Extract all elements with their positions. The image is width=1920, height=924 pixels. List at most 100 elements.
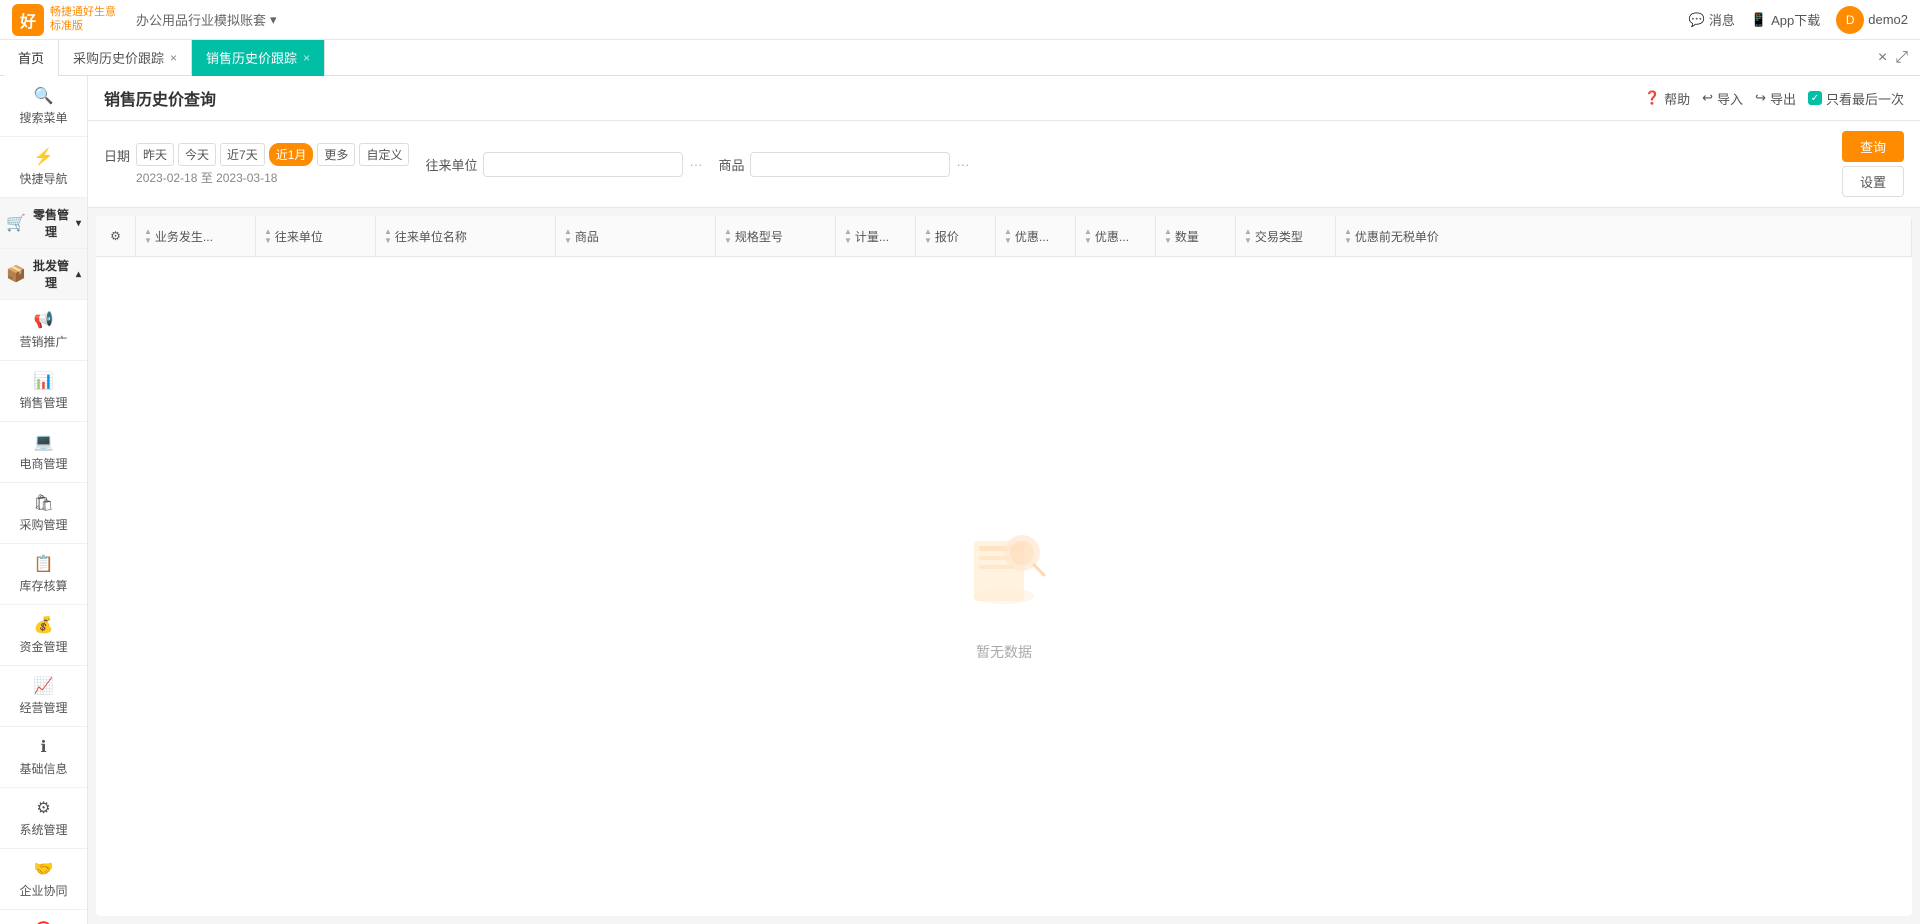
date-btn-more[interactable]: 更多	[317, 143, 355, 166]
col-taxfree[interactable]: ▲ ▼ 优惠前无税单价	[1336, 216, 1912, 256]
date-buttons: 昨天 今天 近7天 近1月 更多 自定义	[136, 143, 409, 166]
avatar: D	[1836, 6, 1864, 34]
sidebar-item-shortcut[interactable]: ⚡ 快捷导航	[0, 137, 87, 198]
logo-text: 畅捷通好生意 标准版	[50, 6, 116, 32]
tab-purchase-history-close[interactable]: ×	[170, 51, 177, 65]
date-btn-7days[interactable]: 近7天	[220, 143, 265, 166]
tab-home[interactable]: 首页	[4, 40, 59, 76]
topbar-right: 💬 消息 📱 App下载 D demo2	[1689, 6, 1908, 34]
empty-text: 暂无数据	[976, 642, 1032, 662]
sort-up-icon: ▲	[924, 228, 932, 236]
sort-up-icon: ▲	[724, 228, 732, 236]
col-unit-label: 计量...	[855, 228, 889, 245]
col-discount2-label: 优惠...	[1095, 228, 1129, 245]
finance-icon: 💰	[34, 615, 54, 635]
goods-dots[interactable]: ···	[956, 157, 969, 172]
col-qty[interactable]: ▲ ▼ 数量	[1156, 216, 1236, 256]
col-price[interactable]: ▲ ▼ 报价	[916, 216, 996, 256]
col-from[interactable]: ▲ ▼ 往来单位	[256, 216, 376, 256]
col-sort-unit: ▲ ▼	[844, 228, 852, 245]
col-fromname[interactable]: ▲ ▼ 往来单位名称	[376, 216, 556, 256]
date-btn-1month[interactable]: 近1月	[269, 143, 314, 166]
from-unit-dots[interactable]: ···	[689, 157, 702, 172]
sort-up-icon: ▲	[1344, 228, 1352, 236]
col-sort-type: ▲ ▼	[1244, 228, 1252, 245]
chevron-up-icon: ▴	[76, 269, 81, 280]
sidebar-item-inventory[interactable]: 📋 库存核算	[0, 544, 87, 605]
tab-sales-history-close[interactable]: ×	[303, 51, 310, 65]
col-settings[interactable]: ⚙	[96, 216, 136, 256]
page-title: 销售历史价查询	[104, 86, 216, 110]
tab-purchase-history[interactable]: 采购历史价跟踪 ×	[59, 40, 192, 76]
date-btn-today[interactable]: 今天	[178, 143, 216, 166]
sidebar-item-label: 库存核算	[19, 577, 67, 594]
sort-down-icon: ▼	[1344, 237, 1352, 245]
date-options: 昨天 今天 近7天 近1月 更多 自定义 2023-02-18 至 2023-0…	[136, 143, 409, 186]
col-spec[interactable]: ▲ ▼ 规格型号	[716, 216, 836, 256]
date-btn-custom[interactable]: 自定义	[359, 143, 409, 166]
col-goods[interactable]: ▲ ▼ 商品	[556, 216, 716, 256]
search-icon: 🔍	[34, 86, 54, 106]
from-unit-input[interactable]	[483, 152, 683, 177]
sidebar-item-ecommerce[interactable]: 💻 电商管理	[0, 422, 87, 483]
app-download-button[interactable]: 📱 App下载	[1751, 10, 1820, 29]
sort-down-icon: ▼	[384, 237, 392, 245]
col-sort-spec: ▲ ▼	[724, 228, 732, 245]
user-menu[interactable]: D demo2	[1836, 6, 1908, 34]
sidebar-item-sales-mgmt[interactable]: 📊 销售管理	[0, 361, 87, 422]
sidebar-item-guide[interactable]: 🎯 新手引导	[0, 910, 87, 924]
sidebar-item-wholesale[interactable]: 📦 批发管理 ▴	[0, 249, 87, 300]
sidebar-item-operations[interactable]: 📈 经营管理	[0, 666, 87, 727]
sidebar-item-label: 基础信息	[19, 760, 67, 777]
only-last-checkbox[interactable]: ✓ 只看最后一次	[1808, 89, 1904, 108]
sidebar-item-system[interactable]: ⚙ 系统管理	[0, 788, 87, 849]
sidebar-item-finance[interactable]: 💰 资金管理	[0, 605, 87, 666]
breadcrumb-chevron-icon: ▾	[270, 12, 277, 28]
close-all-tabs-button[interactable]: ×	[1878, 49, 1887, 67]
tab-sales-history[interactable]: 销售历史价跟踪 ×	[192, 40, 325, 76]
sidebar-item-retail[interactable]: 🛒 零售管理 ▾	[0, 198, 87, 249]
col-unit[interactable]: ▲ ▼ 计量...	[836, 216, 916, 256]
col-sort-qty: ▲ ▼	[1164, 228, 1172, 245]
sort-up-icon: ▲	[144, 228, 152, 236]
message-button[interactable]: 💬 消息	[1689, 10, 1735, 29]
content-area: 销售历史价查询 ❓ 帮助 ↩ 导入 ↪ 导出 ✓ 只看最后一次	[88, 76, 1920, 924]
sort-down-icon: ▼	[924, 237, 932, 245]
sidebar-item-label: 零售管理	[30, 206, 72, 240]
sort-up-icon: ▲	[1164, 228, 1172, 236]
col-bizdate[interactable]: ▲ ▼ 业务发生...	[136, 216, 256, 256]
from-unit-filter-group: 往来单位 ···	[425, 152, 702, 177]
sort-up-icon: ▲	[384, 228, 392, 236]
sidebar-item-label: 搜索菜单	[19, 109, 67, 126]
sidebar-item-label: 销售管理	[19, 394, 67, 411]
col-goods-label: 商品	[575, 228, 599, 245]
help-button[interactable]: ❓ 帮助	[1644, 89, 1690, 108]
tab-home-label: 首页	[18, 48, 44, 67]
settings-button[interactable]: 设置	[1842, 166, 1904, 197]
purchase-icon: 🛍	[33, 493, 53, 513]
import-button[interactable]: ↩ 导入	[1702, 89, 1743, 108]
sidebar-item-search[interactable]: 🔍 搜索菜单	[0, 76, 87, 137]
sidebar-item-enterprise[interactable]: 🤝 企业协同	[0, 849, 87, 910]
col-taxfree-label: 优惠前无税单价	[1355, 228, 1439, 245]
goods-input[interactable]	[750, 152, 950, 177]
col-discount2[interactable]: ▲ ▼ 优惠...	[1076, 216, 1156, 256]
query-button[interactable]: 查询	[1842, 131, 1904, 162]
sidebar-item-label: 批发管理	[30, 257, 72, 291]
date-btn-yesterday[interactable]: 昨天	[136, 143, 174, 166]
expand-button[interactable]: ⤢	[1895, 49, 1908, 67]
sidebar-item-marketing[interactable]: 📢 营销推广	[0, 300, 87, 361]
goods-input-group: ···	[750, 152, 969, 177]
sidebar-item-purchase[interactable]: 🛍 采购管理	[0, 483, 87, 544]
ecommerce-icon: 💻	[34, 432, 54, 452]
col-discount1[interactable]: ▲ ▼ 优惠...	[996, 216, 1076, 256]
sort-down-icon: ▼	[264, 237, 272, 245]
table-header: ⚙ ▲ ▼ 业务发生... ▲ ▼ 往来单位	[96, 216, 1912, 257]
goods-filter-group: 商品 ···	[718, 152, 969, 177]
export-button[interactable]: ↪ 导出	[1755, 89, 1796, 108]
tabbar: 首页 采购历史价跟踪 × 销售历史价跟踪 × × ⤢	[0, 40, 1920, 76]
tab-purchase-history-label: 采购历史价跟踪	[73, 48, 164, 67]
chevron-down-icon: ▾	[76, 218, 81, 229]
col-type[interactable]: ▲ ▼ 交易类型	[1236, 216, 1336, 256]
sidebar-item-basic-info[interactable]: ℹ 基础信息	[0, 727, 87, 788]
